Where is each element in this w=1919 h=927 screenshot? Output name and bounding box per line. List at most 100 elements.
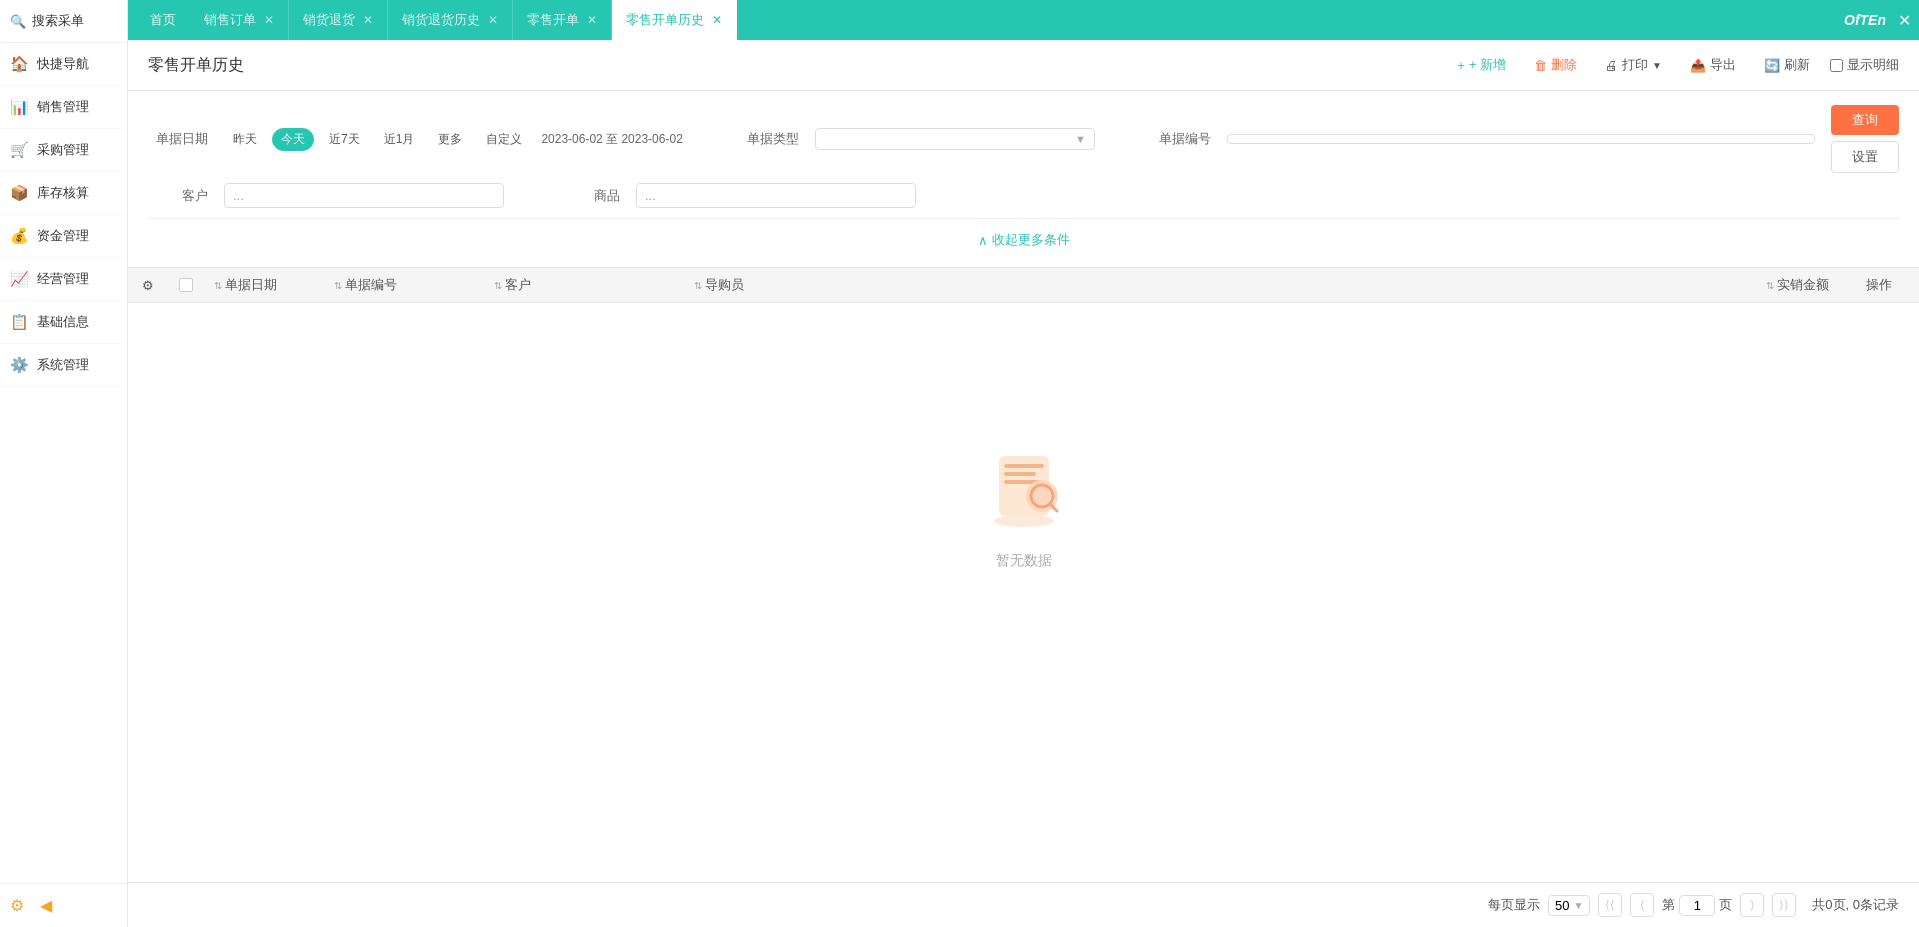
set-button[interactable]: 设置 — [1831, 141, 1899, 173]
page-indicator: 第 页 — [1662, 895, 1732, 916]
sidebar-item-label: 库存核算 — [37, 184, 89, 202]
nav-close-btn[interactable]: ✕ — [1898, 11, 1911, 30]
first-page-btn[interactable]: ⟨⟨ — [1598, 893, 1622, 917]
new-button[interactable]: + + 新增 — [1449, 52, 1514, 78]
page-label: 第 — [1662, 896, 1675, 914]
sidebar-item-finance[interactable]: 💰 资金管理 — [0, 215, 127, 258]
th-customer-label: 客户 — [505, 276, 531, 294]
export-button[interactable]: 📤 导出 — [1682, 52, 1744, 78]
query-button[interactable]: 查询 — [1831, 105, 1899, 135]
th-guide[interactable]: ⇅ 导购员 — [684, 276, 804, 294]
collapse-icon[interactable]: ◀ — [40, 896, 52, 915]
tab-sales-order-label: 销售订单 — [204, 11, 256, 29]
tab-sales-order[interactable]: 销售订单 ✕ — [190, 0, 289, 40]
th-amount[interactable]: ⇅ 实销金额 — [1719, 276, 1839, 294]
empty-icon — [974, 436, 1074, 536]
close-icon[interactable]: ✕ — [587, 13, 597, 27]
th-settings[interactable]: ⚙ — [128, 278, 168, 293]
table-area: ⚙ ⇅ 单据日期 ⇅ 单据编号 ⇅ 客户 ⇅ 导购员 ⇅ — [128, 268, 1919, 882]
tab-sales-return-history-label: 销货退货历史 — [402, 11, 480, 29]
sidebar-bottom: ⚙ ◀ — [0, 883, 127, 927]
date-label: 单据日期 — [148, 130, 208, 148]
customer-label: 客户 — [148, 187, 208, 205]
tab-sales-return-history[interactable]: 销货退货历史 ✕ — [388, 0, 513, 40]
list-icon: 📋 — [10, 313, 29, 331]
last-page-btn[interactable]: ⟩⟩ — [1772, 893, 1796, 917]
next-page-btn[interactable]: ⟩ — [1740, 893, 1764, 917]
more-btn[interactable]: 更多 — [429, 128, 471, 151]
cart-icon: 🛒 — [10, 141, 29, 159]
sidebar-item-inventory[interactable]: 📦 库存核算 — [0, 172, 127, 215]
collapse-arrow-icon: ∧ — [978, 233, 988, 248]
date-filter-btns: 昨天 今天 近7天 近1月 更多 自定义 2023-06-02 至 2023-0… — [224, 128, 683, 151]
sort-icon: ⇅ — [214, 280, 222, 291]
today-btn[interactable]: 今天 — [272, 128, 314, 151]
svg-rect-3 — [1004, 472, 1036, 476]
sidebar-item-base-info[interactable]: 📋 基础信息 — [0, 301, 127, 344]
sidebar-item-label: 基础信息 — [37, 313, 89, 331]
chevron-down-icon: ▼ — [1075, 133, 1086, 145]
pagination: 每页显示 50 ▼ ⟨⟨ ⟨ 第 页 ⟩ ⟩⟩ 共0页, 0条记录 — [128, 882, 1919, 927]
close-icon[interactable]: ✕ — [712, 13, 722, 27]
select-all-checkbox[interactable] — [179, 278, 193, 292]
th-date-label: 单据日期 — [225, 276, 277, 294]
date-range: 2023-06-02 至 2023-06-02 — [541, 131, 682, 148]
collapse-button[interactable]: ∧ 收起更多条件 — [978, 227, 1070, 253]
th-action: 操作 — [1839, 276, 1919, 294]
product-input[interactable]: ... — [636, 183, 916, 208]
close-icon[interactable]: ✕ — [264, 13, 274, 27]
yesterday-btn[interactable]: 昨天 — [224, 128, 266, 151]
th-date[interactable]: ⇅ 单据日期 — [204, 276, 324, 294]
display-checkbox[interactable] — [1830, 59, 1843, 72]
display-toggle[interactable]: 显示明细 — [1830, 56, 1899, 74]
custom-btn[interactable]: 自定义 — [477, 128, 531, 151]
chart-icon: 📊 — [10, 98, 29, 116]
main-area: 首页 销售订单 ✕ 销货退货 ✕ 销货退货历史 ✕ 零售开单 ✕ 零售开单历史 … — [128, 0, 1919, 927]
dropdown-icon: ▼ — [1652, 60, 1662, 71]
display-label: 显示明细 — [1847, 56, 1899, 74]
tab-sales-return[interactable]: 销货退货 ✕ — [289, 0, 388, 40]
settings-icon: ⚙ — [142, 278, 154, 293]
filter-collapse-section: ∧ 收起更多条件 — [148, 218, 1899, 253]
sidebar-item-purchase-mgmt[interactable]: 🛒 采购管理 — [0, 129, 127, 172]
th-checkbox[interactable] — [168, 278, 204, 292]
tab-retail-history[interactable]: 零售开单历史 ✕ — [612, 0, 737, 40]
sidebar-item-operations[interactable]: 📈 经营管理 — [0, 258, 127, 301]
last7-btn[interactable]: 近7天 — [320, 128, 369, 151]
svg-point-0 — [994, 515, 1054, 527]
close-icon[interactable]: ✕ — [488, 13, 498, 27]
settings-icon[interactable]: ⚙ — [10, 896, 24, 915]
sidebar-item-sales-mgmt[interactable]: 📊 销售管理 — [0, 86, 127, 129]
th-action-label: 操作 — [1866, 276, 1892, 294]
sort-icon: ⇅ — [334, 280, 342, 291]
sidebar-item-label: 经营管理 — [37, 270, 89, 288]
sidebar-item-system[interactable]: ⚙️ 系统管理 — [0, 344, 127, 387]
sidebar-item-label: 系统管理 — [37, 356, 89, 374]
collapse-label: 收起更多条件 — [992, 231, 1070, 249]
tab-retail-open[interactable]: 零售开单 ✕ — [513, 0, 612, 40]
per-page-value: 50 — [1555, 898, 1569, 913]
tab-home[interactable]: 首页 — [136, 0, 190, 40]
sort-icon: ⇅ — [694, 280, 702, 291]
sidebar: 🔍 搜索采单 🏠 快捷导航 📊 销售管理 🛒 采购管理 📦 库存核算 💰 资金管… — [0, 0, 128, 927]
sidebar-search[interactable]: 🔍 搜索采单 — [0, 0, 127, 43]
doc-num-input[interactable] — [1227, 134, 1815, 144]
sidebar-item-quick-nav[interactable]: 🏠 快捷导航 — [0, 43, 127, 86]
per-page-select[interactable]: 50 ▼ — [1548, 895, 1590, 916]
sidebar-item-label: 资金管理 — [37, 227, 89, 245]
page-input[interactable] — [1679, 895, 1715, 916]
refresh-button[interactable]: 🔄 刷新 — [1756, 52, 1818, 78]
th-num[interactable]: ⇅ 单据编号 — [324, 276, 484, 294]
print-button[interactable]: 🖨 打印 ▼ — [1597, 52, 1670, 78]
top-nav: 首页 销售订单 ✕ 销货退货 ✕ 销货退货历史 ✕ 零售开单 ✕ 零售开单历史 … — [128, 0, 1919, 40]
tab-retail-open-label: 零售开单 — [527, 11, 579, 29]
doc-type-select[interactable]: ▼ — [815, 128, 1095, 150]
delete-button[interactable]: 🗑 删除 — [1526, 52, 1585, 78]
th-customer[interactable]: ⇅ 客户 — [484, 276, 684, 294]
close-icon[interactable]: ✕ — [363, 13, 373, 27]
sidebar-item-label: 销售管理 — [37, 98, 89, 116]
action-buttons: 查询 设置 — [1831, 105, 1899, 173]
customer-input[interactable]: ... — [224, 183, 504, 208]
prev-page-btn[interactable]: ⟨ — [1630, 893, 1654, 917]
last-month-btn[interactable]: 近1月 — [375, 128, 424, 151]
